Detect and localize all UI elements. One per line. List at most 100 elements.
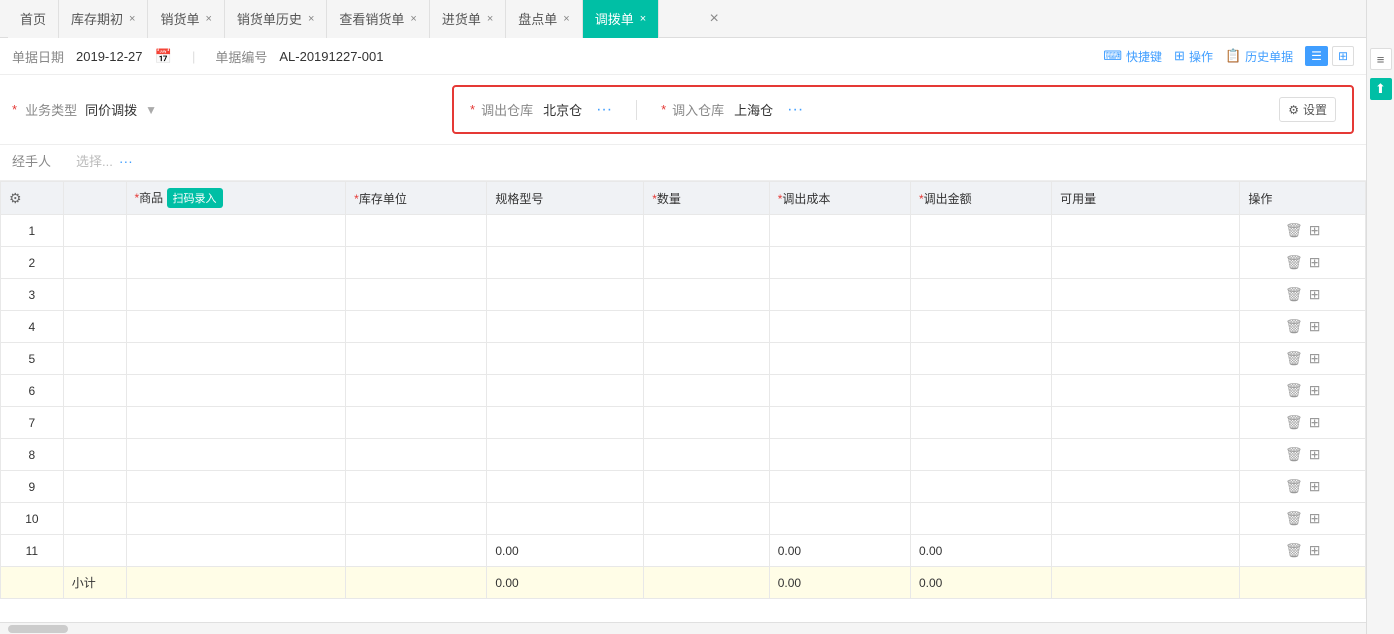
operations-button[interactable]: ⊞ 操作 bbox=[1174, 48, 1213, 65]
th-unit: *库存单位 bbox=[346, 182, 487, 215]
th-operation: 操作 bbox=[1240, 182, 1366, 215]
delete-row-icon[interactable]: 🗑 bbox=[1285, 318, 1303, 335]
th-qty: *数量 bbox=[644, 182, 770, 215]
delete-row-icon[interactable]: 🗑 bbox=[1285, 286, 1303, 303]
close-tab-inventory-init[interactable]: × bbox=[129, 13, 135, 25]
copy-row-icon[interactable]: ⊞ bbox=[1309, 286, 1321, 303]
th-cost: *调出成本 bbox=[769, 182, 910, 215]
close-tab-purchase-order[interactable]: × bbox=[487, 13, 493, 25]
horizontal-scrollbar[interactable] bbox=[0, 622, 1366, 634]
table-row: 2🗑⊞ bbox=[1, 247, 1366, 279]
shortcuts-button[interactable]: ⌨ 快捷键 bbox=[1103, 48, 1162, 65]
copy-row-icon[interactable]: ⊞ bbox=[1309, 510, 1321, 527]
delete-row-icon[interactable]: 🗑 bbox=[1285, 478, 1303, 495]
copy-row-icon[interactable]: ⊞ bbox=[1309, 350, 1321, 367]
toolbar-left: 单据日期 2019-12-27 📅 | 单据编号 AL-20191227-001 bbox=[12, 47, 1087, 66]
subtotal-cost: 0.00 bbox=[769, 535, 910, 567]
copy-row-icon[interactable]: ⊞ bbox=[1309, 382, 1321, 399]
calendar-icon[interactable]: 📅 bbox=[155, 48, 172, 65]
close-tab-view-sales[interactable]: × bbox=[410, 13, 416, 25]
subtotal-label-row: 小计 0.00 0.00 0.00 bbox=[1, 567, 1366, 599]
delete-row-icon[interactable]: 🗑 bbox=[1285, 382, 1303, 399]
delete-row-icon[interactable]: 🗑 bbox=[1285, 254, 1303, 271]
history-button[interactable]: 📋 历史单据 bbox=[1225, 48, 1293, 65]
subtotal-qty-display: 0.00 bbox=[487, 567, 644, 599]
toolbar: 单据日期 2019-12-27 📅 | 单据编号 AL-20191227-001… bbox=[0, 38, 1366, 75]
toolbar-right: ⌨ 快捷键 ⊞ 操作 📋 历史单据 ☰ ⊞ bbox=[1103, 46, 1354, 66]
date-label: 单据日期 bbox=[12, 47, 64, 66]
table-body: 1🗑⊞ 2🗑⊞ 3🗑⊞ 4🗑⊞ 5🗑⊞ 6🗑⊞ 7🗑⊞ 8🗑⊞ 9🗑⊞ 10🗑⊞… bbox=[1, 215, 1366, 599]
transfer-table: ⚙ *商品 扫码录入 *库存单位 规格型号 *数量 *调出成本 *调出金额 可用… bbox=[0, 181, 1366, 599]
subtotal-amount: 0.00 bbox=[910, 535, 1051, 567]
out-warehouse-label: 调出仓库 bbox=[481, 100, 533, 119]
in-warehouse-field: * 调入仓库 上海仓 ··· bbox=[661, 100, 803, 119]
copy-row-icon[interactable]: ⊞ bbox=[1309, 414, 1321, 431]
copy-row-icon[interactable]: ⊞ bbox=[1309, 222, 1321, 239]
close-tab-stocktake[interactable]: × bbox=[563, 13, 569, 25]
sidebar-notes-icon[interactable]: ≡ bbox=[1370, 48, 1392, 70]
column-settings-icon[interactable]: ⚙ bbox=[9, 190, 22, 206]
subtotal-amount-display: 0.00 bbox=[910, 567, 1051, 599]
business-type-label: 业务类型 bbox=[25, 100, 77, 119]
tab-sales-history[interactable]: 销货单历史 × bbox=[225, 0, 327, 38]
tab-home[interactable]: 首页 bbox=[8, 0, 59, 38]
delete-row-icon[interactable]: 🗑 bbox=[1285, 510, 1303, 527]
tab-transfer[interactable]: 调拨单 × bbox=[583, 0, 659, 38]
date-value: 2019-12-27 bbox=[76, 49, 143, 64]
table-container: ⚙ *商品 扫码录入 *库存单位 规格型号 *数量 *调出成本 *调出金额 可用… bbox=[0, 181, 1366, 622]
subtotal-cost-display: 0.00 bbox=[769, 567, 910, 599]
cell-rownum: 1 bbox=[1, 215, 64, 247]
doc-no-label: 单据编号 bbox=[215, 47, 267, 66]
scroll-thumb[interactable] bbox=[8, 625, 68, 633]
copy-row-icon[interactable]: ⊞ bbox=[1309, 446, 1321, 463]
delete-row-icon[interactable]: 🗑 bbox=[1285, 542, 1303, 559]
delete-row-icon[interactable]: 🗑 bbox=[1285, 350, 1303, 367]
form-section-1: * 业务类型 同价调拨 ▼ * 调出仓库 北京仓 ··· * 调入仓库 上海仓 … bbox=[0, 75, 1366, 145]
close-all-tabs-button[interactable]: × bbox=[699, 0, 729, 38]
tab-inventory-init[interactable]: 库存期初 × bbox=[59, 0, 148, 38]
scan-button[interactable]: 扫码录入 bbox=[167, 188, 223, 208]
th-spec: 规格型号 bbox=[487, 182, 644, 215]
settings-button[interactable]: ⚙ 设置 bbox=[1279, 97, 1336, 122]
th-product: *商品 扫码录入 bbox=[126, 182, 346, 215]
tab-purchase-order[interactable]: 进货单 × bbox=[430, 0, 506, 38]
out-warehouse-value[interactable]: 北京仓 bbox=[543, 100, 582, 119]
copy-row-icon[interactable]: ⊞ bbox=[1309, 478, 1321, 495]
operator-label: 经手人 bbox=[12, 151, 72, 170]
view-toggle: ☰ ⊞ bbox=[1305, 46, 1354, 66]
grid-view-button[interactable]: ⊞ bbox=[1332, 46, 1354, 66]
tab-stocktake[interactable]: 盘点单 × bbox=[506, 0, 582, 38]
copy-row-icon[interactable]: ⊞ bbox=[1309, 254, 1321, 271]
close-tab-transfer[interactable]: × bbox=[640, 13, 646, 25]
tab-sales-order[interactable]: 销货单 × bbox=[148, 0, 224, 38]
delete-row-icon[interactable]: 🗑 bbox=[1285, 414, 1303, 431]
close-tab-sales-history[interactable]: × bbox=[308, 13, 314, 25]
operator-more-icon[interactable]: ··· bbox=[119, 153, 133, 169]
delete-row-icon[interactable]: 🗑 bbox=[1285, 222, 1303, 239]
table-row: 4🗑⊞ bbox=[1, 311, 1366, 343]
tab-view-sales[interactable]: 查看销货单 × bbox=[327, 0, 429, 38]
in-warehouse-value[interactable]: 上海仓 bbox=[734, 100, 773, 119]
th-rownum bbox=[63, 182, 126, 215]
out-warehouse-more-icon[interactable]: ··· bbox=[596, 101, 612, 119]
copy-row-icon[interactable]: ⊞ bbox=[1309, 542, 1321, 559]
tab-bar: 首页 库存期初 × 销货单 × 销货单历史 × 查看销货单 × 进货单 × 盘点… bbox=[0, 0, 1394, 38]
in-warehouse-required-star: * bbox=[661, 102, 666, 117]
close-tab-sales-order[interactable]: × bbox=[205, 13, 211, 25]
sidebar-expand-icon[interactable]: ⬆ bbox=[1370, 78, 1392, 100]
table-row: 7🗑⊞ bbox=[1, 407, 1366, 439]
th-amount: *调出金额 bbox=[910, 182, 1051, 215]
th-settings[interactable]: ⚙ bbox=[1, 182, 64, 215]
delete-row-icon[interactable]: 🗑 bbox=[1285, 446, 1303, 463]
table-header-row: ⚙ *商品 扫码录入 *库存单位 规格型号 *数量 *调出成本 *调出金额 可用… bbox=[1, 182, 1366, 215]
in-warehouse-more-icon[interactable]: ··· bbox=[787, 101, 803, 119]
copy-row-icon[interactable]: ⊞ bbox=[1309, 318, 1321, 335]
gear-icon: ⚙ bbox=[1288, 103, 1299, 117]
business-type-dropdown-icon[interactable]: ▼ bbox=[145, 103, 157, 117]
list-view-button[interactable]: ☰ bbox=[1305, 46, 1328, 66]
business-type-value[interactable]: 同价调拨 bbox=[85, 100, 137, 119]
operations-icon: ⊞ bbox=[1174, 48, 1185, 64]
table-row: 6🗑⊞ bbox=[1, 375, 1366, 407]
table-row: 10🗑⊞ bbox=[1, 503, 1366, 535]
operator-input[interactable]: 选择... bbox=[76, 151, 113, 170]
